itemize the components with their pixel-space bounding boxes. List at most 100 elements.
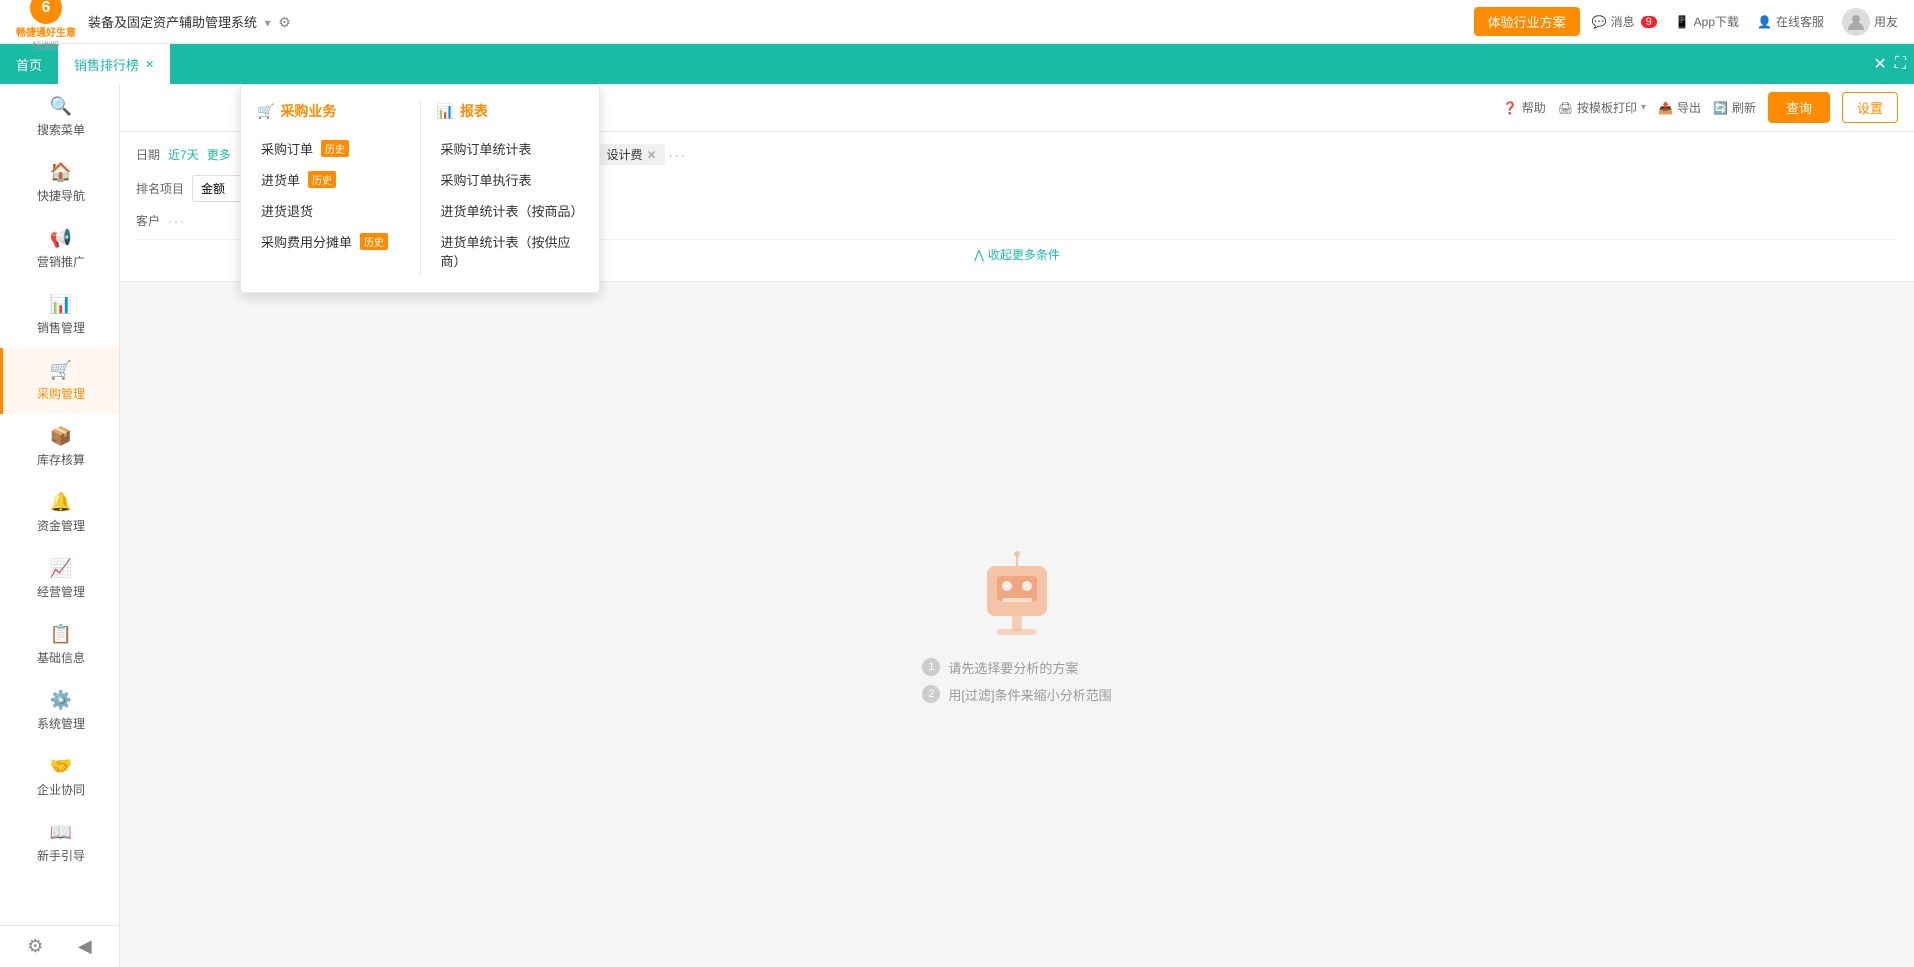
service-icon: 👤 — [1757, 15, 1772, 29]
logo-title: 畅捷通好生意 — [16, 24, 76, 39]
dropdown-title-purchase: 🛒 采购业务 — [257, 101, 404, 121]
top-navbar: 6 畅捷通好生意 标准版 装备及固定资产辅助管理系统 ▾ ⚙ 体验行业方案 💬 … — [0, 0, 1914, 44]
sidebar-item-operations[interactable]: 📈 经营管理 — [0, 546, 119, 612]
customer-dots[interactable]: ··· — [168, 214, 186, 228]
messages-item[interactable]: 💬 消息 9 — [1592, 13, 1657, 30]
message-icon: 💬 — [1592, 15, 1607, 29]
dropdown-item-po-stat[interactable]: 采购订单统计表 — [437, 133, 584, 164]
dropdown-item-po-exec[interactable]: 采购订单执行表 — [437, 164, 584, 195]
sidebar-item-guide[interactable]: 📖 新手引导 — [0, 810, 119, 876]
dropdown-item-purchase-order[interactable]: 采购订单 历史 — [257, 133, 404, 164]
marketing-icon: 📢 — [50, 228, 72, 249]
guide-icon: 📖 — [50, 822, 72, 843]
sidebar-item-marketing[interactable]: 📢 营销推广 — [0, 216, 119, 282]
print-button[interactable]: 🖨 按模板打印 ▾ — [1558, 99, 1646, 116]
dropdown-item-receipt-stat-supplier[interactable]: 进货单统计表（按供应商） — [437, 226, 584, 276]
date-label: 日期 — [136, 146, 160, 163]
message-badge: 9 — [1641, 16, 1657, 28]
app-download-item[interactable]: 📱 App下载 — [1675, 13, 1739, 30]
purchase-icon: 🛒 — [50, 360, 72, 381]
sidebar-item-search[interactable]: 🔍 搜索菜单 — [0, 84, 119, 150]
sidebar-item-basic[interactable]: 📋 基础信息 — [0, 612, 119, 678]
system-title: 装备及固定资产辅助管理系统 ▾ ⚙ — [88, 12, 1462, 31]
search-icon: 🔍 — [50, 96, 72, 117]
top-nav-right: 💬 消息 9 📱 App下载 👤 在线客服 用友 — [1592, 8, 1898, 36]
service-item[interactable]: 👤 在线客服 — [1757, 13, 1824, 30]
user-item[interactable]: 用友 — [1842, 8, 1898, 36]
dropdown-divider — [420, 101, 421, 276]
goods-value: 设计费 ✕ ··· — [599, 144, 687, 165]
basic-icon: 📋 — [50, 624, 72, 645]
customer-label: 客户 — [136, 212, 160, 229]
tab-expand-icon[interactable]: ⛶ — [1895, 55, 1906, 73]
empty-tips: 1 请先选择要分析的方案 2 用[过滤]条件来缩小分析范围 — [922, 658, 1111, 704]
goods-tag-close[interactable]: ✕ — [647, 148, 657, 162]
collab-icon: 🤝 — [50, 756, 72, 777]
system-icon: ⚙️ — [50, 690, 72, 711]
collapse-icon[interactable]: ◀ — [78, 936, 92, 957]
date-7day[interactable]: 近7天 — [168, 146, 199, 163]
sidebar-item-inventory[interactable]: 📦 库存核算 — [0, 414, 119, 480]
report-menu-icon: 📊 — [437, 103, 454, 120]
history-badge: 历史 — [321, 140, 349, 157]
avatar — [1842, 8, 1870, 36]
export-icon: 📤 — [1658, 101, 1673, 115]
inventory-icon: 📦 — [50, 426, 72, 447]
logo: 6 畅捷通好生意 标准版 — [16, 0, 76, 52]
sidebar-item-purchase[interactable]: 🛒 采购管理 — [0, 348, 119, 414]
history-badge-2: 历史 — [308, 171, 336, 188]
goods-more-dots[interactable]: ··· — [669, 148, 687, 162]
settings-button[interactable]: 设置 — [1842, 92, 1898, 123]
finance-icon: 🔔 — [50, 492, 72, 513]
date-more[interactable]: 更多 — [207, 146, 231, 163]
dropdown-item-receipt-stat-goods[interactable]: 进货单统计表（按商品） — [437, 195, 584, 226]
refresh-button[interactable]: 🔄 刷新 — [1713, 99, 1756, 116]
logo-icon: 6 — [30, 0, 62, 24]
phone-icon: 📱 — [1675, 15, 1690, 29]
purchase-menu-icon: 🛒 — [257, 103, 274, 120]
settings-bottom-icon[interactable]: ⚙ — [27, 936, 43, 957]
empty-state: 1 请先选择要分析的方案 2 用[过滤]条件来缩小分析范围 — [120, 282, 1914, 967]
goods-tag: 设计费 ✕ — [599, 144, 665, 165]
main-layout: 🔍 搜索菜单 🏠 快捷导航 📢 营销推广 📊 销售管理 🛒 采购管理 📦 库存核… — [0, 84, 1914, 967]
help-button[interactable]: ❓ 帮助 — [1503, 99, 1546, 116]
tab-close-right-icon[interactable]: ✕ — [1873, 54, 1886, 74]
chevron-down-icon[interactable]: ▾ — [265, 16, 271, 30]
home-icon: 🏠 — [50, 162, 72, 183]
empty-tip-1: 1 请先选择要分析的方案 — [922, 658, 1111, 677]
sidebar-bottom: ⚙ ◀ — [0, 925, 119, 967]
sidebar-item-collab[interactable]: 🤝 企业协同 — [0, 744, 119, 810]
tab-bar: 首页 销售排行榜 ✕ ✕ ⛶ — [0, 44, 1914, 84]
sidebar: 🔍 搜索菜单 🏠 快捷导航 📢 营销推广 📊 销售管理 🛒 采购管理 📦 库存核… — [0, 84, 120, 967]
print-icon: 🖨 — [1558, 101, 1573, 115]
content-area: 🛒 采购业务 采购订单 历史 进货单 历史 进货退货 采购费用分摊单 历史 — [120, 84, 1914, 967]
sidebar-item-sales[interactable]: 📊 销售管理 — [0, 282, 119, 348]
refresh-icon: 🔄 — [1713, 101, 1728, 115]
dropdown-item-expense[interactable]: 采购费用分摊单 历史 — [257, 226, 404, 257]
sidebar-item-finance[interactable]: 🔔 资金管理 — [0, 480, 119, 546]
dropdown-menu: 🛒 采购业务 采购订单 历史 进货单 历史 进货退货 采购费用分摊单 历史 — [240, 84, 600, 293]
rank-label: 排名项目 — [136, 180, 184, 197]
logo-subtitle: 标准版 — [32, 39, 59, 52]
dropdown-title-report: 📊 报表 — [437, 101, 584, 121]
tab-close-icon[interactable]: ✕ — [145, 58, 154, 71]
print-chevron-icon: ▾ — [1641, 102, 1646, 113]
operations-icon: 📈 — [50, 558, 72, 579]
empty-tip-2: 2 用[过滤]条件来缩小分析范围 — [922, 685, 1111, 704]
collapse-arrow-icon: ⋀ — [974, 248, 984, 262]
export-button[interactable]: 📤 导出 — [1658, 99, 1701, 116]
dropdown-col-report: 📊 报表 采购订单统计表 采购订单执行表 进货单统计表（按商品） 进货单统计表（… — [437, 101, 584, 276]
query-button[interactable]: 查询 — [1768, 92, 1830, 123]
history-badge-3: 历史 — [360, 233, 388, 250]
sales-icon: 📊 — [50, 294, 72, 315]
sidebar-item-nav[interactable]: 🏠 快捷导航 — [0, 150, 119, 216]
dropdown-item-receipt[interactable]: 进货单 历史 — [257, 164, 404, 195]
filter-customer: 客户 ··· — [136, 212, 186, 229]
settings-icon[interactable]: ⚙ — [278, 14, 291, 30]
industry-btn[interactable]: 体验行业方案 — [1474, 7, 1580, 36]
sidebar-item-system[interactable]: ⚙️ 系统管理 — [0, 678, 119, 744]
empty-illustration — [957, 546, 1077, 646]
dropdown-item-return[interactable]: 进货退货 — [257, 195, 404, 226]
dropdown-col-purchase: 🛒 采购业务 采购订单 历史 进货单 历史 进货退货 采购费用分摊单 历史 — [257, 101, 404, 276]
tab-bar-right: ✕ ⛶ — [1873, 54, 1914, 74]
